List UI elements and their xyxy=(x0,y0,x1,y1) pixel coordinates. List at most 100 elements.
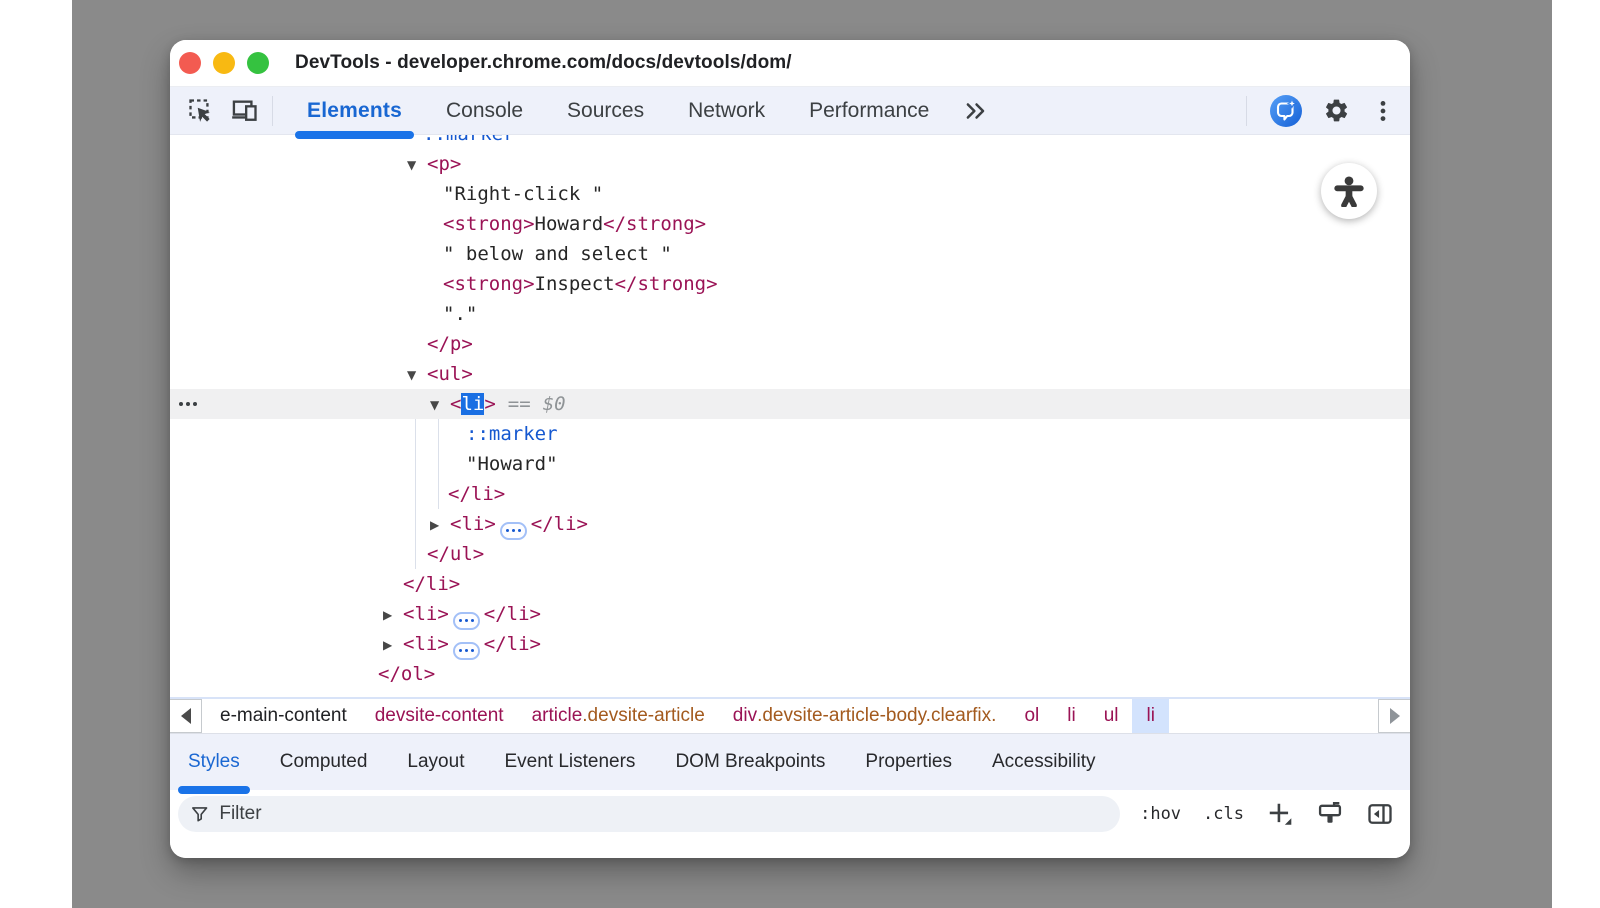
dom-tree-row[interactable]: ::marker xyxy=(170,419,1410,449)
zoom-window-icon[interactable] xyxy=(247,52,269,74)
dom-tag: </ul> xyxy=(427,543,484,565)
expand-ellipsis-icon[interactable] xyxy=(453,642,480,660)
expand-arrow-icon[interactable]: ▶ xyxy=(383,600,403,630)
dom-tree-row[interactable]: ▶<li></li> xyxy=(170,629,1410,659)
styles-filter-input[interactable] xyxy=(219,803,1108,825)
tab-styles[interactable]: Styles xyxy=(188,734,240,791)
dom-tree-row[interactable]: ▶<li></li> xyxy=(170,599,1410,629)
styles-filter-controls: :hov .cls xyxy=(1140,796,1394,832)
toggle-element-state-button[interactable]: :hov xyxy=(1140,804,1181,824)
dom-tree-row[interactable]: <strong>Inspect</strong> xyxy=(170,269,1410,299)
dom-text: Inspect xyxy=(535,273,615,295)
expand-ellipsis-icon[interactable] xyxy=(453,612,480,630)
breadcrumb-item-div[interactable]: div.devsite-article-body.clearfix. xyxy=(719,699,1011,733)
dom-tree-row[interactable]: ▼<p> xyxy=(170,149,1410,179)
tab-elements[interactable]: Elements xyxy=(307,87,402,135)
close-window-icon[interactable] xyxy=(179,52,201,74)
new-style-rule-plus-icon[interactable] xyxy=(1266,800,1294,828)
breadcrumb-tag: div xyxy=(733,705,757,727)
tab-layout[interactable]: Layout xyxy=(407,734,464,791)
dom-tree-row[interactable]: ▼<ul> xyxy=(170,359,1410,389)
traffic-lights xyxy=(179,52,269,74)
breadcrumb-scroll-right-icon[interactable] xyxy=(1378,699,1410,733)
collapse-arrow-icon[interactable]: ▼ xyxy=(430,390,450,420)
element-classes-button[interactable]: .cls xyxy=(1203,804,1244,824)
dom-text: " below and select " xyxy=(443,243,672,265)
tab-console[interactable]: Console xyxy=(446,87,523,135)
window-title: DevTools - developer.chrome.com/docs/dev… xyxy=(295,52,792,74)
dom-tag: </ol> xyxy=(378,663,435,685)
breadcrumb-item-li[interactable]: li xyxy=(1053,699,1089,733)
dom-tree-row[interactable]: <strong>Howard</strong> xyxy=(170,209,1410,239)
breadcrumb-item-devsite-content[interactable]: devsite-content xyxy=(361,699,518,733)
dom-tree-row[interactable]: </ul> xyxy=(170,539,1410,569)
settings-gear-icon[interactable] xyxy=(1323,97,1350,124)
breadcrumb-tag: li xyxy=(1067,705,1075,727)
dom-tag: < xyxy=(450,393,461,415)
dom-tree-row[interactable]: </ol> xyxy=(170,659,1410,689)
dom-tree-row[interactable]: ▶<li></li> xyxy=(170,509,1410,539)
breadcrumb-scroll-left-icon[interactable] xyxy=(170,699,202,733)
tab-event-listeners[interactable]: Event Listeners xyxy=(504,734,635,791)
expand-arrow-icon[interactable]: ▶ xyxy=(383,630,403,660)
accessibility-widget-button[interactable] xyxy=(1321,163,1377,219)
minimize-window-icon[interactable] xyxy=(213,52,235,74)
panel-tabs: Elements Console Sources Network Performance xyxy=(307,87,929,135)
dom-tag: </li> xyxy=(448,483,505,505)
breadcrumb-item-article[interactable]: article.devsite-article xyxy=(518,699,719,733)
ai-assistance-icon[interactable] xyxy=(1269,94,1303,128)
collapse-arrow-icon[interactable]: ▼ xyxy=(407,150,427,180)
breadcrumb-item-e-main-content[interactable]: e-main-content xyxy=(206,699,361,733)
breadcrumb-bar: e-main-contentdevsite-contentarticle.dev… xyxy=(170,697,1410,733)
toolbar-divider xyxy=(272,96,273,126)
dom-text: Howard xyxy=(535,213,604,235)
row-options-dots-icon[interactable] xyxy=(179,389,197,419)
breadcrumb-item-ol[interactable]: ol xyxy=(1010,699,1053,733)
tab-accessibility[interactable]: Accessibility xyxy=(992,734,1095,791)
toggle-sidebar-icon[interactable] xyxy=(1366,800,1394,828)
breadcrumb-class: .devsite-article xyxy=(582,705,705,727)
tab-computed[interactable]: Computed xyxy=(280,734,368,791)
device-toolbar-icon[interactable] xyxy=(230,96,260,126)
dom-tree-row[interactable]: "Howard" xyxy=(170,449,1410,479)
dom-tree: ::marker▼<p>"Right-click "<strong>Howard… xyxy=(170,135,1410,689)
dom-tagsel: li xyxy=(461,393,484,415)
kebab-menu-icon[interactable] xyxy=(1370,98,1396,124)
breadcrumb-item-ul[interactable]: ul xyxy=(1090,699,1133,733)
more-tabs-icon[interactable] xyxy=(963,98,989,124)
devtools-window: DevTools - developer.chrome.com/docs/dev… xyxy=(170,40,1410,858)
expand-arrow-icon[interactable]: ▶ xyxy=(430,510,450,540)
dom-tag: <strong> xyxy=(443,213,535,235)
tab-dom-breakpoints[interactable]: DOM Breakpoints xyxy=(675,734,825,791)
breadcrumb-item-li[interactable]: li xyxy=(1132,699,1168,733)
tab-sources[interactable]: Sources xyxy=(567,87,644,135)
dom-dollar: $0 xyxy=(543,393,566,415)
dom-tree-row-selected[interactable]: ▼<li>==$0 xyxy=(170,389,1410,419)
dom-tree-row[interactable]: " below and select " xyxy=(170,239,1410,269)
tab-properties[interactable]: Properties xyxy=(865,734,952,791)
collapse-arrow-icon[interactable]: ▼ xyxy=(407,360,427,390)
screenshot-stage: DevTools - developer.chrome.com/docs/dev… xyxy=(0,0,1600,908)
filter-funnel-icon xyxy=(190,804,209,824)
dom-tree-row[interactable]: </p> xyxy=(170,329,1410,359)
dom-tag: <li> xyxy=(403,603,449,625)
tab-network[interactable]: Network xyxy=(688,87,765,135)
dom-tree-row[interactable]: "." xyxy=(170,299,1410,329)
breadcrumb-class: .devsite-article-body.clearfix. xyxy=(757,705,996,727)
dom-tag: <li> xyxy=(403,633,449,655)
dom-tag: <ul> xyxy=(427,363,473,385)
dom-tree-row[interactable]: "Right-click " xyxy=(170,179,1410,209)
styles-filter-field[interactable] xyxy=(178,796,1120,832)
dom-tag: <strong> xyxy=(443,273,535,295)
inspect-icon[interactable] xyxy=(186,96,216,126)
dom-eq: == xyxy=(508,393,531,415)
dom-tree-row[interactable]: </li> xyxy=(170,569,1410,599)
tab-performance[interactable]: Performance xyxy=(809,87,929,135)
styles-filter-bar: :hov .cls xyxy=(170,790,1410,858)
devtools-toolbar: Elements Console Sources Network Performance xyxy=(170,87,1410,135)
breadcrumb-tag: li xyxy=(1146,705,1154,727)
expand-ellipsis-icon[interactable] xyxy=(500,522,527,540)
dom-tree-row[interactable]: </li> xyxy=(170,479,1410,509)
dom-pseudo: ::marker xyxy=(423,135,515,145)
rendering-brush-icon[interactable] xyxy=(1316,800,1344,828)
